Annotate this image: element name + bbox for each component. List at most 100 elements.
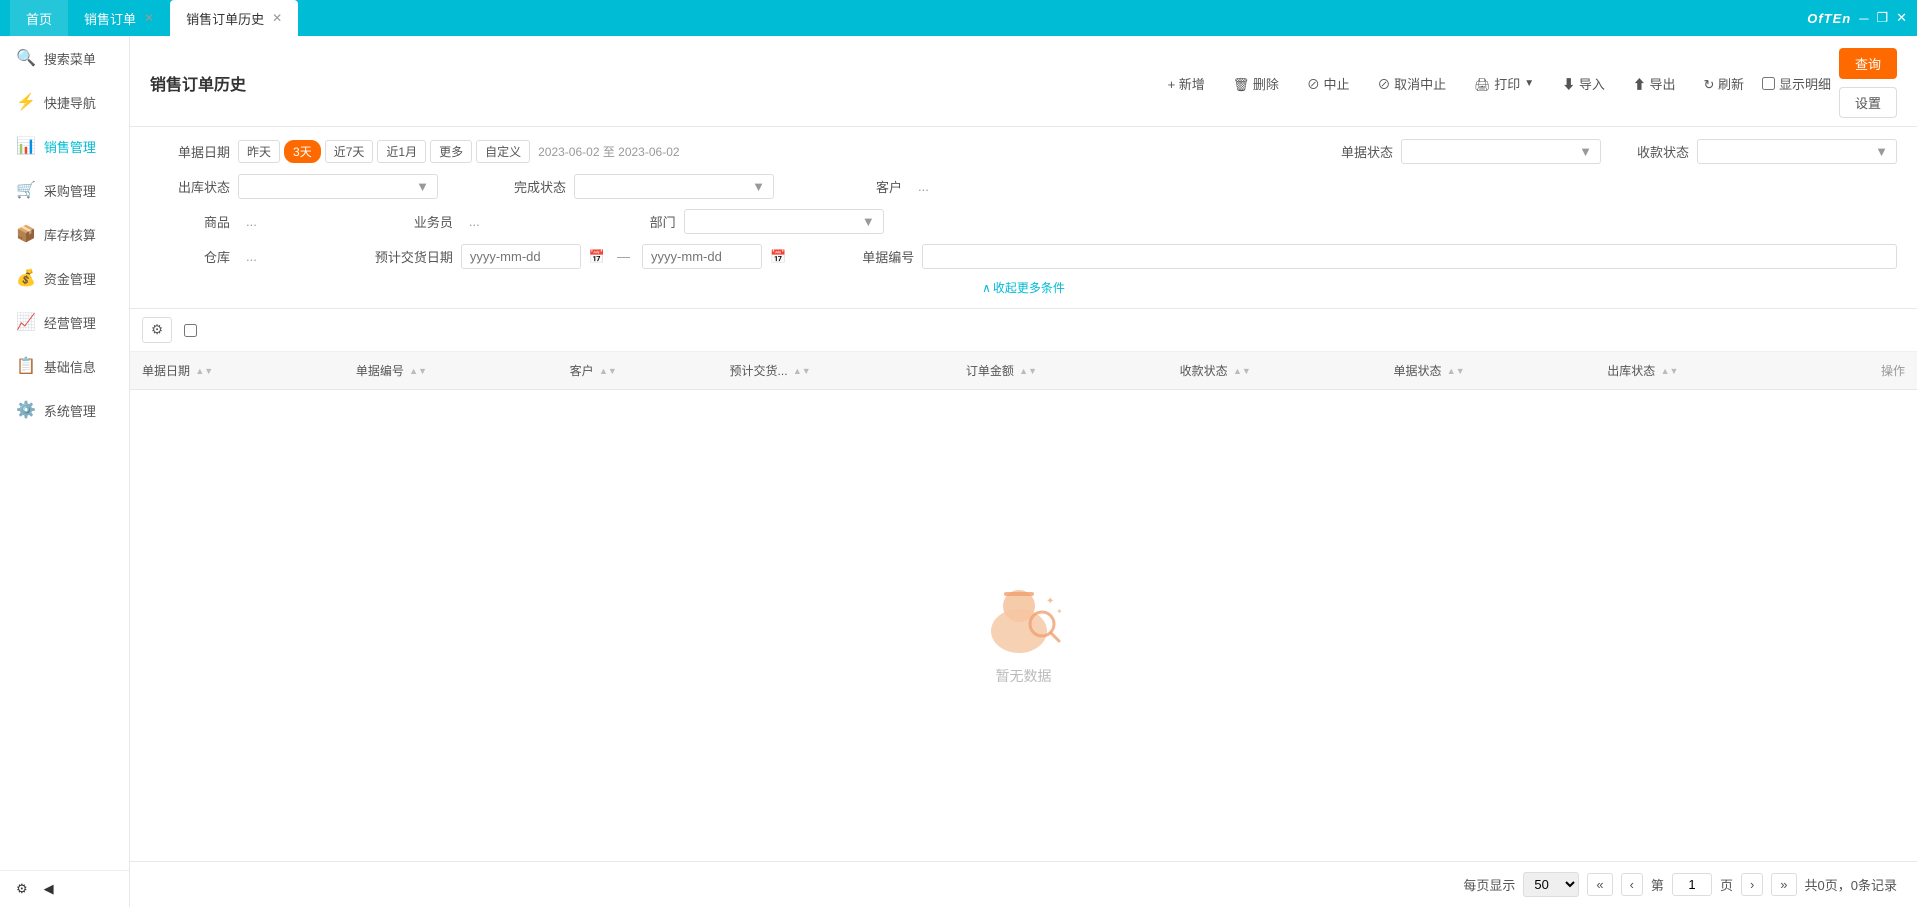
sidebar-item-basic-info[interactable]: 📋 基础信息 — [0, 344, 129, 388]
col-bill-date[interactable]: 单据日期 ▲▼ — [130, 352, 344, 390]
tab-sales-order-close[interactable]: ✕ — [144, 11, 154, 25]
date-btn-7days[interactable]: 近7天 — [325, 140, 374, 163]
col-bill-no[interactable]: 单据编号 ▲▼ — [344, 352, 558, 390]
sidebar-item-system-mgmt[interactable]: ⚙️ 系统管理 — [0, 388, 129, 432]
inventory-check-icon: 📦 — [16, 224, 36, 244]
col-customer[interactable]: 客户 ▲▼ — [558, 352, 718, 390]
col-bill-date-label: 单据日期 — [142, 364, 190, 378]
col-bill-status[interactable]: 单据状态 ▲▼ — [1381, 352, 1595, 390]
col-customer-sort-icon: ▲▼ — [599, 367, 617, 376]
export-button[interactable]: ⬆ 导出 — [1623, 69, 1686, 98]
sidebar-settings-icon[interactable]: ⚙ — [16, 881, 28, 897]
sidebar-item-search-menu-label: 搜索菜单 — [44, 49, 96, 68]
sidebar-item-purchase-mgmt[interactable]: 🛒 采购管理 — [0, 168, 129, 212]
col-order-amount[interactable]: 订单金额 ▲▼ — [954, 352, 1168, 390]
show-detail-checkbox-label[interactable]: 显示明细 — [1762, 74, 1831, 93]
col-bill-no-sort-icon: ▲▼ — [409, 367, 427, 376]
col-bill-no-label: 单据编号 — [356, 364, 404, 378]
date-btn-3days[interactable]: 3天 — [284, 140, 321, 163]
suspend-button[interactable]: ⊘ 中止 — [1297, 69, 1360, 98]
query-button[interactable]: 查询 — [1839, 48, 1897, 79]
sidebar-item-inventory-check[interactable]: 📦 库存核算 — [0, 212, 129, 256]
col-order-amount-label: 订单金额 — [966, 364, 1014, 378]
filter-area: 单据日期 昨天 3天 近7天 近1月 更多 自定义 2023-06-02 至 2… — [130, 127, 1917, 309]
sidebar-item-ops-mgmt[interactable]: 📈 经营管理 — [0, 300, 129, 344]
tab-sales-order-history-label: 销售订单历史 — [186, 9, 264, 28]
current-page-input[interactable] — [1672, 873, 1712, 896]
show-detail-checkbox[interactable] — [1762, 77, 1775, 90]
complete-status-arrow-icon: ▼ — [752, 179, 765, 194]
table-settings-button[interactable]: ⚙ — [142, 317, 172, 343]
print-label: 🖨 打印 — [1474, 74, 1520, 93]
select-all-checkbox[interactable] — [184, 324, 197, 337]
bill-status-select[interactable]: ▼ — [1401, 139, 1601, 164]
delete-button[interactable]: 🗑 删除 — [1223, 69, 1289, 98]
page-label: 页 — [1720, 875, 1733, 894]
cancel-suspend-button[interactable]: ⊘ 取消中止 — [1368, 69, 1457, 98]
search-menu-icon: 🔍 — [16, 48, 36, 68]
tab-sales-order-history-close[interactable]: ✕ — [272, 11, 282, 25]
delivery-date-start-calendar-icon[interactable]: 📅 — [589, 249, 605, 265]
settings-button[interactable]: 设置 — [1839, 87, 1897, 118]
refresh-button[interactable]: ↻ 刷新 — [1693, 69, 1754, 98]
import-button[interactable]: ⬇ 导入 — [1552, 69, 1615, 98]
first-page-btn[interactable]: « — [1587, 873, 1612, 896]
filter-row-3: 商品 ... 业务员 ... 部门 ▼ — [150, 209, 1897, 234]
delivery-date-end-input[interactable] — [642, 244, 762, 269]
dept-label: 部门 — [596, 212, 676, 231]
goods-picker[interactable]: ... — [238, 214, 265, 229]
sidebar: 🔍 搜索菜单 ⚡ 快捷导航 📊 销售管理 🛒 采购管理 📦 库存核算 💰 资金管… — [0, 36, 130, 907]
tab-sales-order-history[interactable]: 销售订单历史 ✕ — [170, 0, 298, 36]
new-button[interactable]: + 新增 — [1158, 69, 1215, 98]
sidebar-item-finance-mgmt-label: 资金管理 — [44, 269, 96, 288]
date-btn-1month[interactable]: 近1月 — [377, 140, 426, 163]
goto-label: 第 — [1651, 875, 1664, 894]
date-btn-today[interactable]: 昨天 — [238, 140, 280, 163]
sidebar-collapse-icon[interactable]: ◀ — [44, 881, 54, 897]
prev-page-btn[interactable]: ‹ — [1621, 873, 1643, 896]
col-out-status[interactable]: 出库状态 ▲▼ — [1595, 352, 1809, 390]
print-button[interactable]: 🖨 打印 ▼ — [1464, 69, 1544, 98]
col-payment-status[interactable]: 收款状态 ▲▼ — [1168, 352, 1382, 390]
filter-row-4: 仓库 ... 预计交货日期 📅 — 📅 单据编号 — [150, 244, 1897, 269]
sidebar-item-finance-mgmt[interactable]: 💰 资金管理 — [0, 256, 129, 300]
tab-sales-order-label: 销售订单 — [84, 9, 136, 28]
basic-info-icon: 📋 — [16, 356, 36, 376]
salesperson-picker[interactable]: ... — [461, 214, 488, 229]
customer-picker[interactable]: ... — [910, 179, 937, 194]
col-customer-label: 客户 — [570, 364, 594, 378]
col-out-status-sort-icon: ▲▼ — [1661, 367, 1679, 376]
delivery-date-start-input[interactable] — [461, 244, 581, 269]
last-page-btn[interactable]: » — [1771, 873, 1796, 896]
page-header: 销售订单历史 + 新增 🗑 删除 ⊘ 中止 ⊘ 取消中止 🖨 打印 ▼ ⬇ 导入… — [130, 36, 1917, 127]
delivery-date-end-calendar-icon[interactable]: 📅 — [770, 249, 786, 265]
tab-home[interactable]: 首页 — [10, 0, 68, 36]
per-page-label: 每页显示 — [1463, 875, 1515, 894]
date-btn-custom[interactable]: 自定义 — [476, 140, 530, 163]
close-btn[interactable]: ✕ — [1896, 10, 1907, 26]
date-btn-more[interactable]: 更多 — [430, 140, 472, 163]
bill-status-label: 单据状态 — [1313, 142, 1393, 161]
next-page-btn[interactable]: › — [1741, 873, 1763, 896]
pagination: 每页显示 10 20 50 100 « ‹ 第 页 › » 共0页，0条记录 — [130, 861, 1917, 907]
sidebar-item-quick-nav-label: 快捷导航 — [44, 93, 96, 112]
warehouse-picker[interactable]: ... — [238, 249, 265, 264]
warehouse-label: 仓库 — [150, 247, 230, 266]
sidebar-item-system-mgmt-label: 系统管理 — [44, 401, 96, 420]
dept-select[interactable]: ▼ — [684, 209, 884, 234]
delivery-date-label: 预计交货日期 — [373, 247, 453, 266]
minimize-btn[interactable]: ─ — [1859, 11, 1868, 26]
bill-no-input[interactable] — [922, 244, 1897, 269]
complete-status-select[interactable]: ▼ — [574, 174, 774, 199]
col-delivery-date[interactable]: 预计交货... ▲▼ — [718, 352, 954, 390]
restore-btn[interactable]: ❐ — [1876, 10, 1888, 26]
sidebar-item-sales-mgmt[interactable]: 📊 销售管理 — [0, 124, 129, 168]
sidebar-item-search-menu[interactable]: 🔍 搜索菜单 — [0, 36, 129, 80]
per-page-select[interactable]: 10 20 50 100 — [1523, 872, 1579, 897]
out-status-select[interactable]: ▼ — [238, 174, 438, 199]
payment-status-select[interactable]: ▼ — [1697, 139, 1897, 164]
collapse-up-icon: ∧ — [982, 281, 991, 295]
sidebar-item-quick-nav[interactable]: ⚡ 快捷导航 — [0, 80, 129, 124]
collapse-link[interactable]: ∧ 收起更多条件 — [150, 279, 1897, 296]
tab-sales-order[interactable]: 销售订单 ✕ — [68, 0, 170, 36]
